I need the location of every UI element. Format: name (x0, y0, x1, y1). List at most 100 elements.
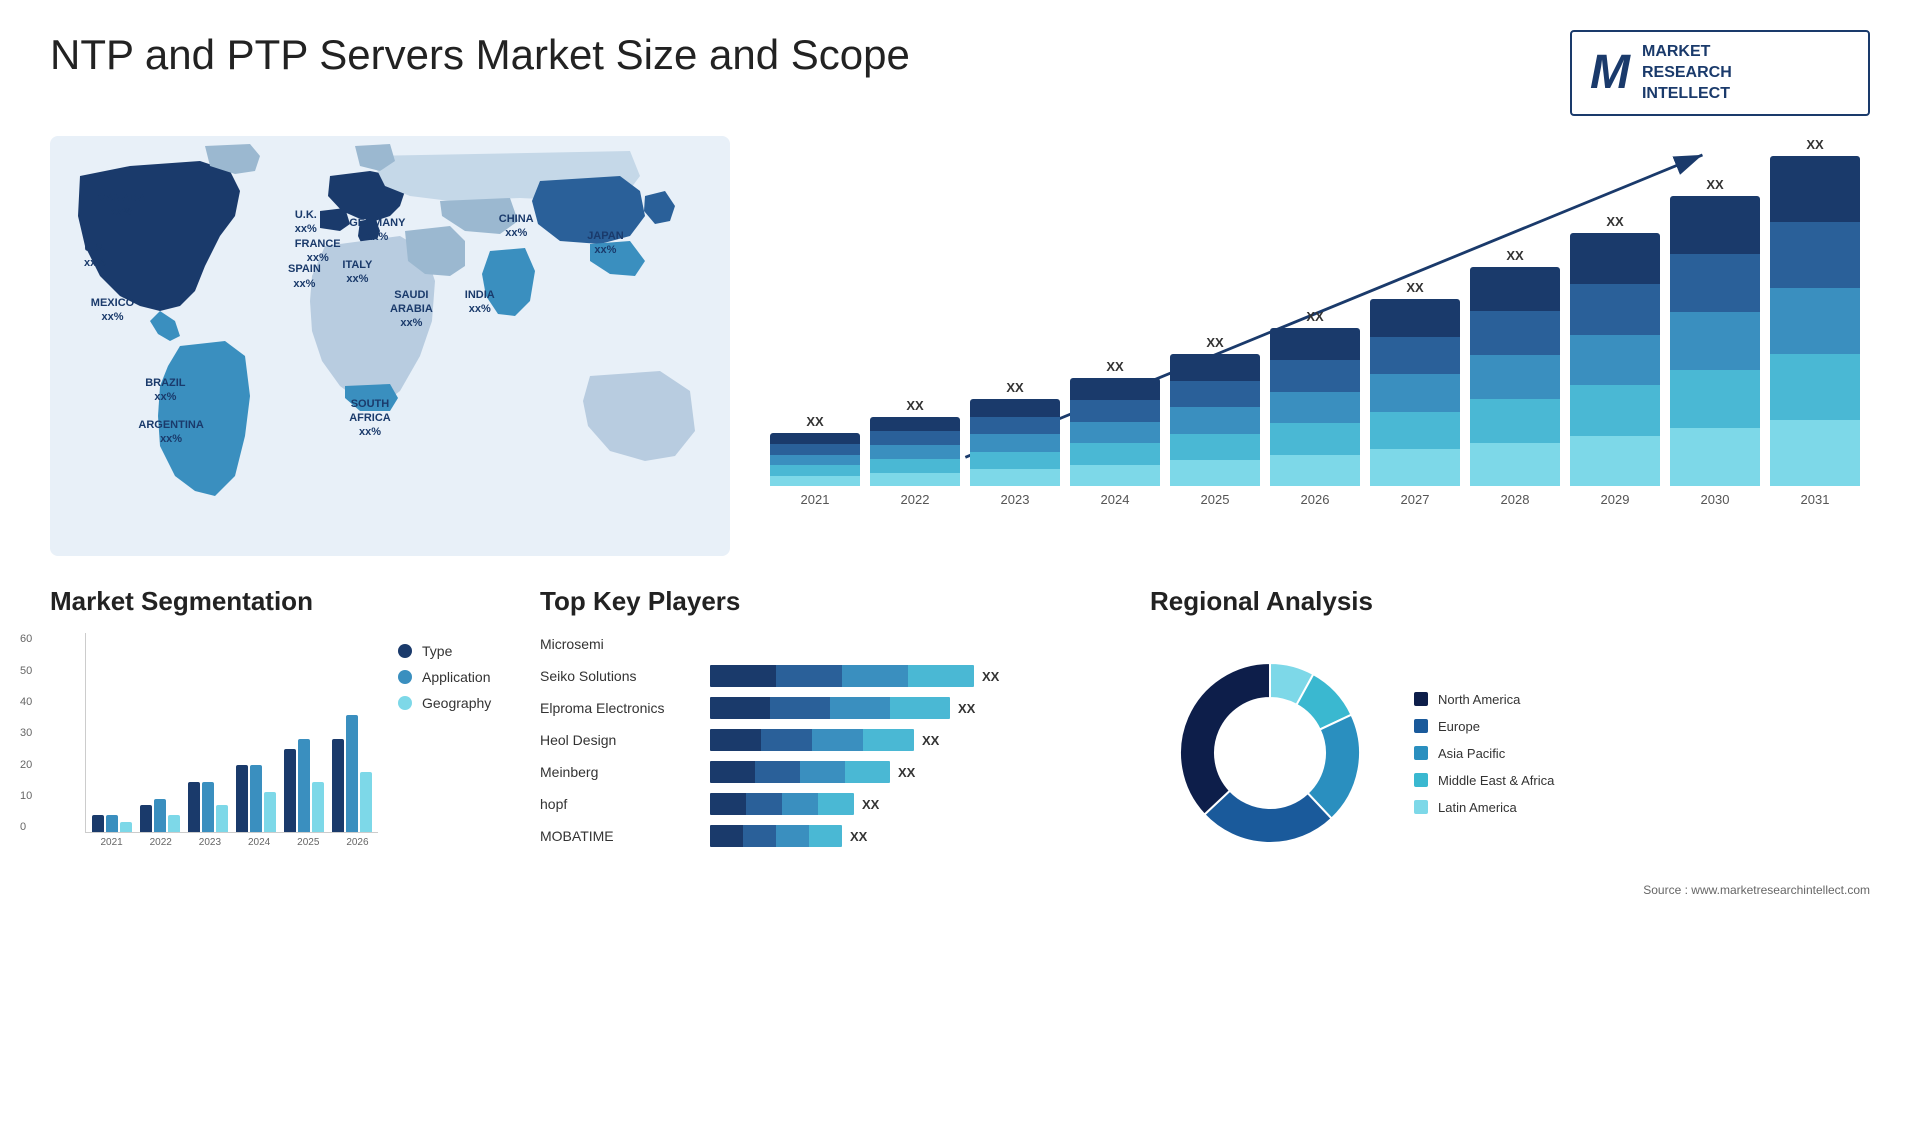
player-row: hopfXX (540, 793, 1120, 815)
bar-segment (1170, 434, 1260, 460)
bar-segment (1270, 328, 1360, 360)
player-bar-wrap: XX (710, 697, 1120, 719)
player-bar-wrap: XX (710, 793, 1120, 815)
legend-item: Application (398, 669, 491, 685)
seg-bar-group (332, 715, 372, 832)
player-bar-wrap: XX (710, 665, 1120, 687)
bar-segment (770, 476, 860, 487)
legend-item: Geography (398, 695, 491, 711)
segmentation-section: Market Segmentation 6050403020100 202120… (50, 586, 510, 848)
player-bar-segment (842, 665, 908, 687)
seg-single-bar (284, 749, 296, 832)
bar-segment (770, 455, 860, 466)
bar-segment (870, 431, 960, 445)
bar-segment (1070, 422, 1160, 444)
page: NTP and PTP Servers Market Size and Scop… (0, 0, 1920, 1146)
legend-dot (398, 644, 412, 658)
seg-x-label: 2023 (189, 837, 230, 848)
player-row: Seiko SolutionsXX (540, 665, 1120, 687)
bar-segment (1570, 233, 1660, 284)
bar-xx-label: XX (806, 414, 823, 429)
seg-single-bar (332, 739, 344, 832)
donut-legend-label: Middle East & Africa (1438, 773, 1554, 788)
player-bar (710, 665, 974, 687)
player-bar-segment (770, 697, 830, 719)
player-bar-segment (746, 793, 782, 815)
player-xx: XX (862, 797, 879, 812)
chart-section: XXXXXXXXXXXXXXXXXXXXXX 20212022202320242… (760, 136, 1870, 556)
player-name: Heol Design (540, 732, 700, 748)
label-canada: CANADAxx% (98, 191, 146, 220)
bar-segment (1670, 254, 1760, 312)
bar-group: XX (1270, 309, 1360, 486)
player-name: Microsemi (540, 636, 700, 652)
bar-segment (1770, 354, 1860, 420)
bar-segment (870, 417, 960, 431)
donut-legend-label: Asia Pacific (1438, 746, 1505, 761)
label-saudi: SAUDIARABIAxx% (390, 288, 433, 331)
bar-segment (1070, 378, 1160, 400)
bottom-row: Market Segmentation 6050403020100 202120… (50, 586, 1870, 897)
key-players-title: Top Key Players (540, 586, 1120, 617)
donut-legend-item: Middle East & Africa (1414, 773, 1554, 788)
bar-segment (1270, 360, 1360, 392)
player-bar (710, 793, 854, 815)
bar-xx-label: XX (1106, 359, 1123, 374)
bar-segment (1070, 400, 1160, 422)
label-us: U.S.xx% (84, 241, 106, 270)
stacked-bar (1270, 328, 1360, 486)
stacked-bar (770, 433, 860, 486)
player-bar-segment (710, 761, 755, 783)
player-bar (710, 729, 914, 751)
bar-xx-label: XX (1406, 280, 1423, 295)
x-axis-year: 2026 (1270, 492, 1360, 507)
player-xx: XX (922, 733, 939, 748)
stacked-bar (1170, 354, 1260, 486)
label-argentina: ARGENTINAxx% (138, 418, 203, 447)
bar-segment (970, 399, 1060, 416)
bar-segment (1770, 420, 1860, 486)
x-axis-year: 2022 (870, 492, 960, 507)
bar-segment (1470, 267, 1560, 311)
label-germany: GERMANYxx% (349, 216, 405, 245)
player-bar-wrap: XX (710, 825, 1120, 847)
x-axis-year: 2030 (1670, 492, 1760, 507)
label-china: CHINAxx% (499, 212, 534, 241)
bar-segment (770, 465, 860, 476)
player-bar (710, 825, 842, 847)
bar-segment (1270, 392, 1360, 424)
player-name: Elproma Electronics (540, 700, 700, 716)
seg-single-bar (298, 739, 310, 832)
seg-single-bar (346, 715, 358, 832)
bar-segment (1370, 449, 1460, 486)
bar-segment (1370, 299, 1460, 336)
bar-segment (870, 473, 960, 487)
bar-segment (1170, 460, 1260, 486)
player-bar-wrap (710, 633, 1120, 655)
stacked-bar (1070, 378, 1160, 486)
bar-xx-label: XX (1706, 177, 1723, 192)
x-axis-year: 2023 (970, 492, 1060, 507)
player-bar-segment (863, 729, 914, 751)
bar-group: XX (1370, 280, 1460, 486)
segmentation-title: Market Segmentation (50, 586, 510, 617)
bar-segment (1370, 374, 1460, 411)
bar-segment (870, 459, 960, 473)
seg-bar-group (236, 765, 276, 832)
key-players-section: Top Key Players Microsemi Seiko Solutions… (540, 586, 1120, 857)
bar-group: XX (1070, 359, 1160, 486)
player-row: MOBATIMEXX (540, 825, 1120, 847)
player-bar-segment (761, 729, 812, 751)
bar-segment (1670, 312, 1760, 370)
player-xx: XX (958, 701, 975, 716)
legend-label: Geography (422, 695, 491, 711)
bar-segment (970, 434, 1060, 451)
bar-chart: XXXXXXXXXXXXXXXXXXXXXX 20212022202320242… (760, 136, 1870, 556)
bar-segment (1170, 381, 1260, 407)
stacked-bar (870, 417, 960, 486)
stacked-bar (1770, 156, 1860, 486)
bar-group: XX (1170, 335, 1260, 486)
stacked-bar (1570, 233, 1660, 486)
bar-segment (1570, 335, 1660, 386)
label-brazil: BRAZILxx% (145, 376, 185, 405)
